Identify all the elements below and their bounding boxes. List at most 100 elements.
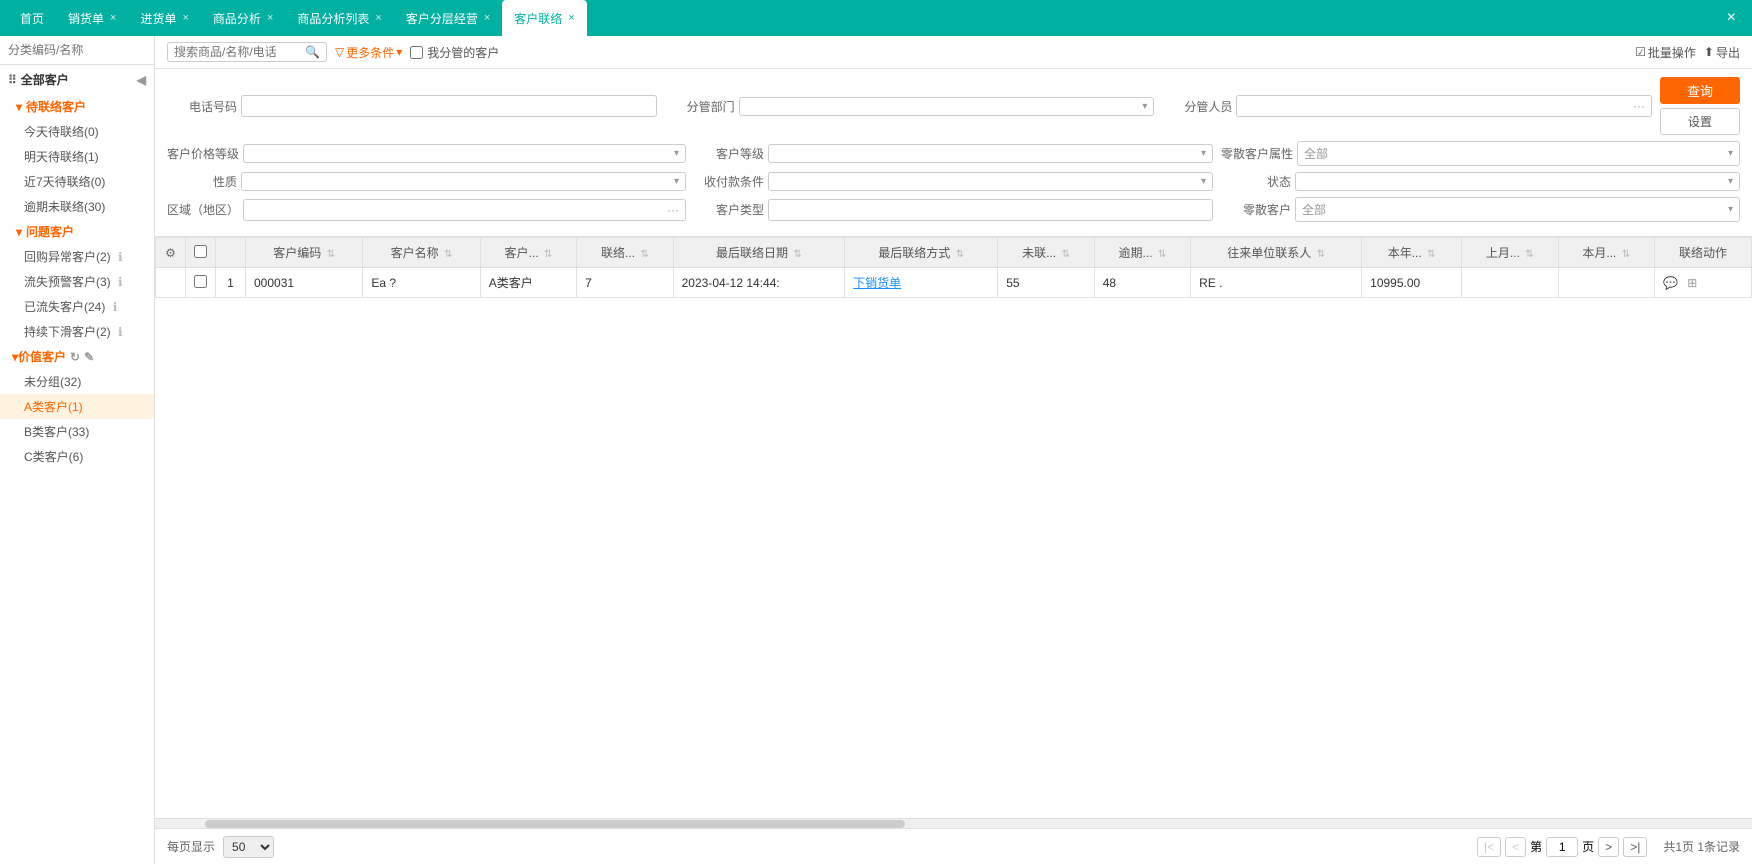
nav-sales-order[interactable]: 销货单 × [56, 0, 128, 36]
row-index-cell: 1 [216, 268, 246, 298]
sidebar-today-pending[interactable]: 今天待联络(0) [0, 119, 154, 144]
sidebar-problem-customers-title[interactable]: ▾ 问题客户 [0, 219, 154, 244]
filter-search-icon[interactable]: 🔍 [305, 45, 320, 59]
close-sales-order[interactable]: × [110, 12, 116, 24]
row-last-date-cell: 2023-04-12 14:44: [673, 268, 845, 298]
settings-button[interactable]: 设置 [1660, 108, 1740, 135]
page-size-select[interactable]: 50 10 20 100 [223, 836, 274, 858]
checkbox-col-header[interactable] [186, 238, 216, 268]
close-product-analysis[interactable]: × [267, 12, 273, 24]
region-dots[interactable]: ··· [667, 203, 679, 217]
retail-customer-select[interactable]: 全部 ▾ [1295, 197, 1740, 222]
type-col-header[interactable]: 客户... ⇅ [480, 238, 576, 268]
sidebar-search-input[interactable] [8, 43, 155, 57]
sidebar-collapse-arrow[interactable]: ◀ [137, 73, 146, 87]
action-chat-icon[interactable]: 💬 [1663, 276, 1678, 290]
retail-attr-select[interactable]: 全部 ▾ [1297, 141, 1740, 166]
price-level-select[interactable]: ▾ [243, 144, 686, 163]
last-month-col-header[interactable]: 上月... ⇅ [1462, 238, 1558, 268]
sidebar-class-c[interactable]: C类客户(6) [0, 444, 154, 469]
edit-icon[interactable]: ✎ [84, 350, 94, 364]
last-method-col-header[interactable]: 最后联络方式 ⇅ [845, 238, 998, 268]
settings-col-header[interactable]: ⚙ [156, 238, 186, 268]
last-month-sort-icon: ⇅ [1525, 249, 1533, 260]
contact-sort-icon: ⇅ [640, 249, 648, 260]
status-select[interactable]: ▾ [1295, 172, 1740, 191]
person-dots[interactable]: ··· [1633, 99, 1645, 113]
next-page-btn[interactable]: > [1598, 837, 1619, 857]
close-customer-contact[interactable]: × [568, 12, 574, 24]
filter-more-conditions[interactable]: ▽ 更多条件 ▾ [335, 44, 402, 61]
sidebar-class-b[interactable]: B类客户(33) [0, 419, 154, 444]
row-last-method-cell[interactable]: 下销货单 [845, 268, 998, 298]
sidebar-churned[interactable]: 已流失客户(24) ℹ [0, 294, 154, 319]
close-customer-segmentation[interactable]: × [484, 12, 490, 24]
page-navigation: |< < 第 页 > >| [1477, 837, 1647, 857]
customer-level-select[interactable]: ▾ [768, 144, 1213, 163]
total-info: 共1页 1条记录 [1663, 838, 1740, 855]
horizontal-scrollbar-track[interactable] [155, 818, 1752, 828]
sidebar-search-area: 🔍 [0, 36, 154, 65]
data-table-area: ⚙ 客户编码 ⇅ 客户名称 ⇅ [155, 237, 1752, 818]
row-checkbox[interactable] [194, 275, 207, 288]
person-select[interactable]: ··· [1236, 95, 1652, 117]
sidebar-ungrouped[interactable]: 未分组(32) [0, 369, 154, 394]
nature-arrow: ▾ [674, 176, 679, 187]
dept-arrow: ▾ [1142, 101, 1147, 112]
select-all-checkbox[interactable] [194, 245, 207, 258]
last-date-col-header[interactable]: 最后联络日期 ⇅ [673, 238, 845, 268]
refresh-icon[interactable]: ↻ [70, 350, 80, 364]
this-year-col-header[interactable]: 本年... ⇅ [1362, 238, 1462, 268]
sidebar-pending-contact-title[interactable]: ▾ 待联络客户 [0, 94, 154, 119]
unit-contact-col-header[interactable]: 往来单位联系人 ⇅ [1191, 238, 1362, 268]
sidebar-value-customers-title[interactable]: ▾ 价值客户 ↻ ✎ [0, 344, 154, 369]
retail-customer-arrow: ▾ [1728, 204, 1733, 215]
table-settings-icon[interactable]: ⚙ [165, 246, 176, 260]
prev-page-btn[interactable]: < [1505, 837, 1526, 857]
nav-purchase-order[interactable]: 进货单 × [128, 0, 200, 36]
nav-product-analysis-list[interactable]: 商品分析列表 × [285, 0, 393, 36]
row-this-month-cell [1558, 268, 1654, 298]
phone-input[interactable] [241, 95, 657, 117]
filter-row-4: 区域（地区） ··· 客户类型 零散客户 [167, 197, 1740, 222]
filter-search-input[interactable] [174, 45, 305, 59]
batch-operation-btn[interactable]: ☑ 批量操作 [1635, 44, 1696, 61]
first-page-btn[interactable]: |< [1477, 837, 1501, 857]
row-this-year-cell: 10995.00 [1362, 268, 1462, 298]
last-page-btn[interactable]: >| [1623, 837, 1647, 857]
row-checkbox-cell[interactable] [186, 268, 216, 298]
sidebar-churn-warning[interactable]: 流失预警客户(3) ℹ [0, 269, 154, 294]
sidebar-class-a[interactable]: A类客户(1) [0, 394, 154, 419]
export-btn[interactable]: ⬆ 导出 [1704, 44, 1740, 61]
payment-select[interactable]: ▾ [768, 172, 1213, 191]
sidebar-7days-pending[interactable]: 近7天待联络(0) [0, 169, 154, 194]
sidebar-overdue-contact[interactable]: 逾期未联络(30) [0, 194, 154, 219]
no-contact-col-header[interactable]: 未联... ⇅ [998, 238, 1094, 268]
my-customers-checkbox[interactable] [410, 46, 423, 59]
sidebar-tomorrow-pending[interactable]: 明天待联络(1) [0, 144, 154, 169]
customer-type-input[interactable] [768, 199, 1213, 221]
close-all-tabs[interactable]: × [1719, 9, 1744, 27]
nav-customer-contact[interactable]: 客户联络 × [502, 0, 586, 36]
sidebar-declining[interactable]: 持续下滑客户(2) ℹ [0, 319, 154, 344]
region-select[interactable]: ··· [243, 199, 686, 221]
this-month-col-header[interactable]: 本月... ⇅ [1558, 238, 1654, 268]
sidebar-repurchase-abnormal[interactable]: 回购异常客户(2) ℹ [0, 244, 154, 269]
contact-col-header[interactable]: 联络... ⇅ [577, 238, 673, 268]
horizontal-scrollbar-thumb[interactable] [205, 820, 905, 828]
action-qr-icon[interactable]: ⊞ [1687, 276, 1697, 290]
nav-customer-segmentation[interactable]: 客户分层经营 × [394, 0, 502, 36]
code-col-header[interactable]: 客户编码 ⇅ [246, 238, 363, 268]
customer-table: ⚙ 客户编码 ⇅ 客户名称 ⇅ [155, 237, 1752, 298]
close-product-analysis-list[interactable]: × [375, 12, 381, 24]
nature-select[interactable]: ▾ [241, 172, 686, 191]
nav-home[interactable]: 首页 [8, 0, 56, 36]
nav-product-analysis[interactable]: 商品分析 × [201, 0, 285, 36]
name-col-header[interactable]: 客户名称 ⇅ [363, 238, 480, 268]
dept-select[interactable]: ▾ [739, 97, 1155, 116]
filter-my-customers[interactable]: 我分管的客户 [410, 44, 499, 61]
overdue-col-header[interactable]: 逾期... ⇅ [1094, 238, 1190, 268]
query-button[interactable]: 查询 [1660, 77, 1740, 104]
close-purchase-order[interactable]: × [182, 12, 188, 24]
page-number-input[interactable] [1546, 837, 1578, 857]
